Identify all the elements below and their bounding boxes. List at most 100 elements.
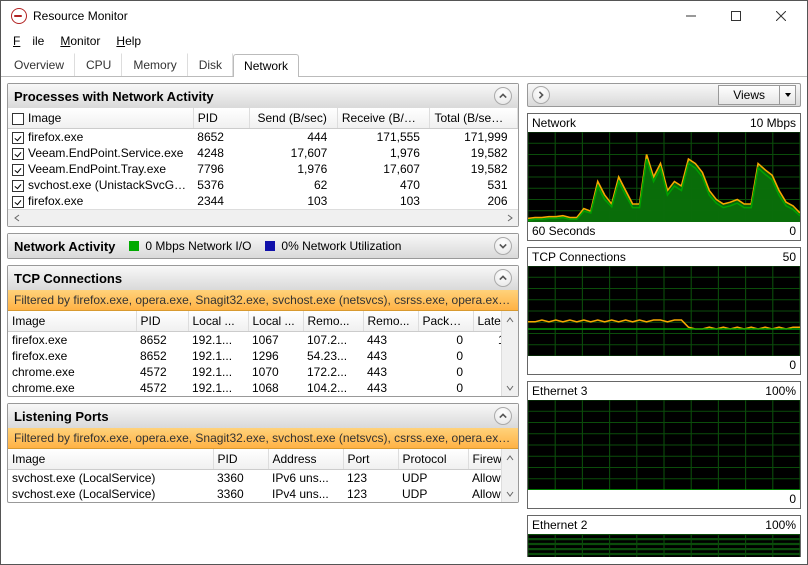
table-row[interactable]: firefox.exe8652192.1...129654.23...44309…: [8, 348, 501, 364]
processes-table: Image PID Send (B/sec) Receive (B/s... T…: [8, 108, 518, 209]
titlebar: Resource Monitor: [1, 1, 807, 31]
scroll-up-icon[interactable]: [502, 449, 518, 466]
left-panel: Processes with Network Activity Image PI…: [1, 77, 523, 563]
checkbox-icon[interactable]: [12, 164, 24, 176]
listen-table: Image PID Address Port Protocol Firewall…: [8, 449, 501, 502]
col-recv[interactable]: Receive (B/s...: [337, 108, 430, 129]
collapse-icon[interactable]: [494, 407, 512, 425]
col-pid[interactable]: PID: [136, 311, 188, 332]
tabs: Overview CPU Memory Disk Network: [1, 51, 807, 77]
chart-canvas: [528, 400, 800, 490]
graph-max: 10 Mbps: [750, 116, 796, 130]
v-scrollbar[interactable]: [501, 449, 518, 502]
right-panel-header: Views: [527, 83, 801, 107]
right-panel: Views Network10 Mbps 60 Seconds0 TCP Con…: [523, 77, 807, 563]
graph-xmax: 0: [789, 224, 796, 238]
table-row[interactable]: svchost.exe (LocalService)3360IPv6 uns..…: [8, 470, 501, 487]
section-netact-title: Network Activity: [14, 239, 115, 254]
col-image[interactable]: Image: [8, 311, 136, 332]
tcp-filter: Filtered by firefox.exe, opera.exe, Snag…: [8, 290, 518, 311]
section-listen-title: Listening Ports: [14, 409, 109, 424]
window-title: Resource Monitor: [33, 9, 668, 23]
col-firewall[interactable]: Firewall...: [468, 449, 501, 470]
scroll-down-icon[interactable]: [502, 379, 518, 396]
section-processes: Processes with Network Activity Image PI…: [7, 83, 519, 227]
graph-ethernet-3: Ethernet 3 100% 0: [527, 381, 801, 509]
checkbox-icon[interactable]: [12, 148, 24, 160]
chart-canvas: [528, 132, 800, 222]
col-pid[interactable]: PID: [193, 108, 250, 129]
scroll-right-icon[interactable]: [501, 210, 518, 226]
graph-title: Ethernet 2: [532, 518, 587, 532]
graph-title: TCP Connections: [532, 250, 626, 264]
collapse-icon[interactable]: [494, 269, 512, 287]
checkbox-icon[interactable]: [12, 196, 24, 208]
h-scrollbar[interactable]: [8, 209, 518, 226]
table-row[interactable]: Veeam.EndPoint.Service.exe424817,6071,97…: [8, 145, 518, 161]
graph-max: 100%: [765, 518, 796, 532]
col-local-port[interactable]: Local ...: [248, 311, 303, 332]
graph-title: Network: [532, 116, 576, 130]
section-tcp: TCP Connections Filtered by firefox.exe,…: [7, 265, 519, 397]
col-total[interactable]: Total (B/sec)▼: [430, 108, 518, 129]
graph-network: Network10 Mbps 60 Seconds0: [527, 113, 801, 241]
table-row[interactable]: svchost.exe (UnistackSvcGro...5376624705…: [8, 177, 518, 193]
section-processes-header: Processes with Network Activity: [8, 84, 518, 108]
expand-icon[interactable]: [494, 237, 512, 255]
close-button[interactable]: [758, 1, 803, 31]
col-remote-port[interactable]: Remo...: [363, 311, 418, 332]
graph-xmax: 0: [789, 492, 796, 506]
table-row[interactable]: chrome.exe4572192.1...1070172.2...443054: [8, 364, 501, 380]
table-row[interactable]: firefox.exe8652444171,555171,999: [8, 129, 518, 146]
checkbox-icon[interactable]: [12, 132, 24, 144]
graph-ethernet-2: Ethernet 2 100%: [527, 515, 801, 557]
col-latency[interactable]: Laten...: [473, 311, 501, 332]
graph-max: 100%: [765, 384, 796, 398]
checkbox-icon[interactable]: [12, 113, 24, 125]
col-local-addr[interactable]: Local ...: [188, 311, 248, 332]
menubar: File Monitor Help: [1, 31, 807, 51]
section-processes-title: Processes with Network Activity: [14, 89, 214, 104]
menu-monitor[interactable]: Monitor: [54, 32, 106, 50]
graph-max: 50: [783, 250, 796, 264]
listen-filter: Filtered by firefox.exe, opera.exe, Snag…: [8, 428, 518, 449]
col-image[interactable]: Image: [8, 449, 213, 470]
minimize-button[interactable]: [668, 1, 713, 31]
col-packet[interactable]: Packe...: [418, 311, 473, 332]
menu-file[interactable]: File: [7, 32, 50, 50]
checkbox-icon[interactable]: [12, 180, 24, 192]
netact-util: 0% Network Utilization: [281, 239, 401, 253]
scroll-left-icon[interactable]: [8, 210, 25, 226]
graph-tcp-connections: TCP Connections50 0: [527, 247, 801, 375]
views-label: Views: [719, 88, 779, 102]
v-scrollbar[interactable]: [501, 311, 518, 396]
views-button[interactable]: Views: [718, 85, 796, 105]
section-listening: Listening Ports Filtered by firefox.exe,…: [7, 403, 519, 503]
col-send[interactable]: Send (B/sec): [250, 108, 337, 129]
dropdown-icon[interactable]: [779, 86, 795, 104]
collapse-right-icon[interactable]: [532, 86, 550, 104]
tab-overview[interactable]: Overview: [3, 53, 75, 76]
col-pid[interactable]: PID: [213, 449, 268, 470]
tab-memory[interactable]: Memory: [122, 53, 187, 76]
scroll-up-icon[interactable]: [502, 311, 518, 328]
table-row[interactable]: svchost.exe (LocalService)3360IPv4 uns..…: [8, 486, 501, 502]
menu-help[interactable]: Help: [110, 32, 147, 50]
graph-title: Ethernet 3: [532, 384, 587, 398]
table-row[interactable]: chrome.exe4572192.1...1068104.2...443017: [8, 380, 501, 396]
col-protocol[interactable]: Protocol: [398, 449, 468, 470]
table-row[interactable]: Veeam.EndPoint.Tray.exe77961,97617,60719…: [8, 161, 518, 177]
table-row[interactable]: firefox.exe8652192.1...1067107.2...44301…: [8, 332, 501, 349]
tab-network[interactable]: Network: [233, 54, 299, 77]
section-network-activity: Network Activity 0 Mbps Network I/O 0% N…: [7, 233, 519, 259]
col-port[interactable]: Port: [343, 449, 398, 470]
tab-disk[interactable]: Disk: [188, 53, 233, 76]
col-address[interactable]: Address: [268, 449, 343, 470]
scroll-down-icon[interactable]: [502, 485, 518, 502]
table-row[interactable]: firefox.exe2344103103206: [8, 193, 518, 209]
collapse-icon[interactable]: [494, 87, 512, 105]
col-image[interactable]: Image: [8, 108, 193, 129]
tab-cpu[interactable]: CPU: [75, 53, 122, 76]
maximize-button[interactable]: [713, 1, 758, 31]
col-remote-addr[interactable]: Remo...: [303, 311, 363, 332]
